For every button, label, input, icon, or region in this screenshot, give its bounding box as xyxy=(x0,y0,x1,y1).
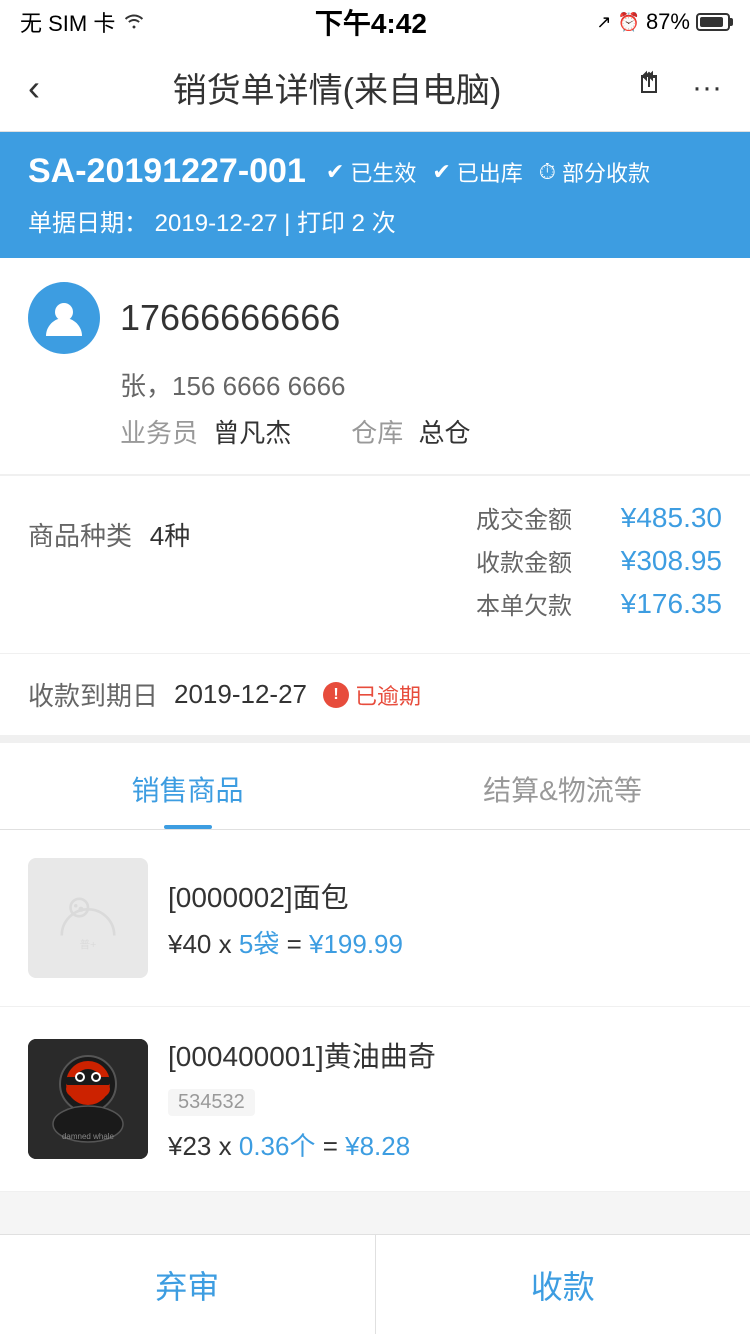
salesperson-value: 曾凡杰 xyxy=(213,418,291,448)
product-sku-wrapper: 534532 xyxy=(168,1083,722,1126)
product-name-1: [0000002]面包 xyxy=(168,876,722,916)
product-thumbnail-1: 普+ xyxy=(28,858,148,978)
salesperson-label: 业务员 xyxy=(120,418,198,448)
product-thumbnail-2: damned whale xyxy=(28,1039,148,1159)
battery-icon xyxy=(696,13,730,31)
product-info-1: [0000002]面包 ¥40 x 5袋 = ¥199.99 xyxy=(168,876,722,961)
customer-row: 17666666666 xyxy=(28,282,722,354)
due-section: 收款到期日 2019-12-27 ! 已逾期 xyxy=(0,654,750,743)
tab-settlement[interactable]: 结算&物流等 xyxy=(375,743,750,829)
order-date: 2019-12-27 xyxy=(155,210,278,237)
warehouse-value: 总仓 xyxy=(419,418,471,448)
cancel-review-button[interactable]: 弃审 xyxy=(0,1235,376,1334)
due-date: 2019-12-27 xyxy=(174,679,307,710)
svg-text:damned whale: damned whale xyxy=(62,1132,115,1141)
amount-left: 商品种类 4种 xyxy=(28,500,375,553)
status-partial: ⏱ 部分收款 xyxy=(539,156,650,188)
more-icon[interactable]: ··· xyxy=(692,71,722,105)
wifi-icon xyxy=(123,9,145,35)
owed-label: 本单欠款 xyxy=(476,586,572,621)
order-number: SA-20191227-001 xyxy=(28,152,306,191)
product-sku: 534532 xyxy=(168,1089,255,1116)
tabs-bar[interactable]: 销售商品 结算&物流等 xyxy=(0,743,750,830)
status-left: 无 SIM 卡 xyxy=(20,6,145,38)
received-amount-row: 收款金额 ¥308.95 xyxy=(375,543,722,578)
product-image-2: damned whale xyxy=(28,1039,148,1159)
customer-id: 17666666666 xyxy=(120,297,340,339)
check-icon-2: ✔ xyxy=(432,159,450,185)
product-price-2: ¥23 x 0.36个 = ¥8.28 xyxy=(168,1126,722,1163)
status-time: 下午4:42 xyxy=(315,2,427,42)
status-effected: ✔ 已生效 xyxy=(326,156,416,188)
battery-percent: 87% xyxy=(646,9,690,35)
deal-amount-row: 成交金额 ¥485.30 xyxy=(375,500,722,535)
product-name-2: [000400001]黄油曲奇 xyxy=(168,1035,722,1075)
product-item: 普+ [0000002]面包 ¥40 x 5袋 = ¥199.99 xyxy=(0,830,750,1007)
nav-actions: ··· xyxy=(634,69,722,107)
salesperson-info: 业务员 曾凡杰 xyxy=(120,413,291,450)
product-qty-1: 5袋 xyxy=(239,929,279,959)
status-shipped: ✔ 已出库 xyxy=(432,156,522,188)
product-list: 普+ [0000002]面包 ¥40 x 5袋 = ¥199.99 xyxy=(0,830,750,1192)
bottom-bar: 弃审 收款 xyxy=(0,1234,750,1334)
amount-right: 成交金额 ¥485.30 收款金额 ¥308.95 本单欠款 ¥176.35 xyxy=(375,500,722,629)
header-date-info: 单据日期： 2019-12-27 | 打印 2 次 xyxy=(28,203,722,238)
overdue-text: 已逾期 xyxy=(355,679,421,711)
page-title: 销货单详情(来自电脑) xyxy=(173,63,502,112)
overdue-badge: ! 已逾期 xyxy=(323,679,421,711)
due-label: 收款到期日 xyxy=(28,676,158,713)
deal-amount: ¥485.30 xyxy=(592,502,722,534)
product-placeholder-icon: 普+ xyxy=(53,883,123,953)
owed-amount: ¥176.35 xyxy=(592,588,722,620)
carrier-text: 无 SIM 卡 xyxy=(20,6,115,38)
status-right: ↗ ⏰ 87% xyxy=(596,9,730,35)
received-amount: ¥308.95 xyxy=(592,545,722,577)
status-tags: ✔ 已生效 ✔ 已出库 ⏱ 部分收款 xyxy=(326,156,650,188)
customer-section: 17666666666 张，156 6666 6666 业务员 曾凡杰 仓库 总… xyxy=(0,258,750,475)
svg-text:普+: 普+ xyxy=(80,938,97,951)
alarm-icon: ⏰ xyxy=(618,12,640,33)
type-count: 4种 xyxy=(150,521,190,551)
user-icon xyxy=(42,296,86,340)
overdue-icon: ! xyxy=(323,682,349,708)
product-qty-2: 0.36个 xyxy=(239,1131,316,1161)
date-label: 单据日期： xyxy=(28,210,148,237)
warehouse-label: 仓库 xyxy=(351,418,403,448)
print-info: | 打印 2 次 xyxy=(284,210,396,237)
deal-label: 成交金额 xyxy=(476,500,572,535)
clock-icon: ⏱ xyxy=(539,159,556,185)
warehouse-info: 仓库 总仓 xyxy=(351,413,470,450)
check-icon-1: ✔ xyxy=(326,159,344,185)
header-top: SA-20191227-001 ✔ 已生效 ✔ 已出库 ⏱ 部分收款 xyxy=(28,152,722,191)
product-item-2: damned whale [000400001]黄油曲奇 534532 ¥23 … xyxy=(0,1007,750,1192)
avatar xyxy=(28,282,100,354)
customer-meta: 业务员 曾凡杰 仓库 总仓 xyxy=(120,413,722,450)
tab-sales-goods[interactable]: 销售商品 xyxy=(0,743,375,829)
location-icon: ↗ xyxy=(596,12,611,33)
header-banner: SA-20191227-001 ✔ 已生效 ✔ 已出库 ⏱ 部分收款 单据日期：… xyxy=(0,132,750,258)
collect-payment-button[interactable]: 收款 xyxy=(376,1235,750,1334)
back-button[interactable]: ‹ xyxy=(28,67,40,109)
product-price-1: ¥40 x 5袋 = ¥199.99 xyxy=(168,924,722,961)
product-total-1: ¥199.99 xyxy=(309,929,403,959)
amounts-section: 商品种类 4种 成交金额 ¥485.30 收款金额 ¥308.95 本单欠款 ¥… xyxy=(0,476,750,654)
customer-phone: 张，156 6666 6666 xyxy=(120,366,722,403)
product-total-2: ¥8.28 xyxy=(345,1131,410,1161)
type-label: 商品种类 xyxy=(28,521,132,551)
share-icon[interactable] xyxy=(634,69,664,107)
owed-amount-row: 本单欠款 ¥176.35 xyxy=(375,586,722,621)
nav-bar: ‹ 销货单详情(来自电脑) ··· xyxy=(0,44,750,132)
received-label: 收款金额 xyxy=(476,543,572,578)
product-info-2: [000400001]黄油曲奇 534532 ¥23 x 0.36个 = ¥8.… xyxy=(168,1035,722,1163)
status-bar: 无 SIM 卡 下午4:42 ↗ ⏰ 87% xyxy=(0,0,750,44)
